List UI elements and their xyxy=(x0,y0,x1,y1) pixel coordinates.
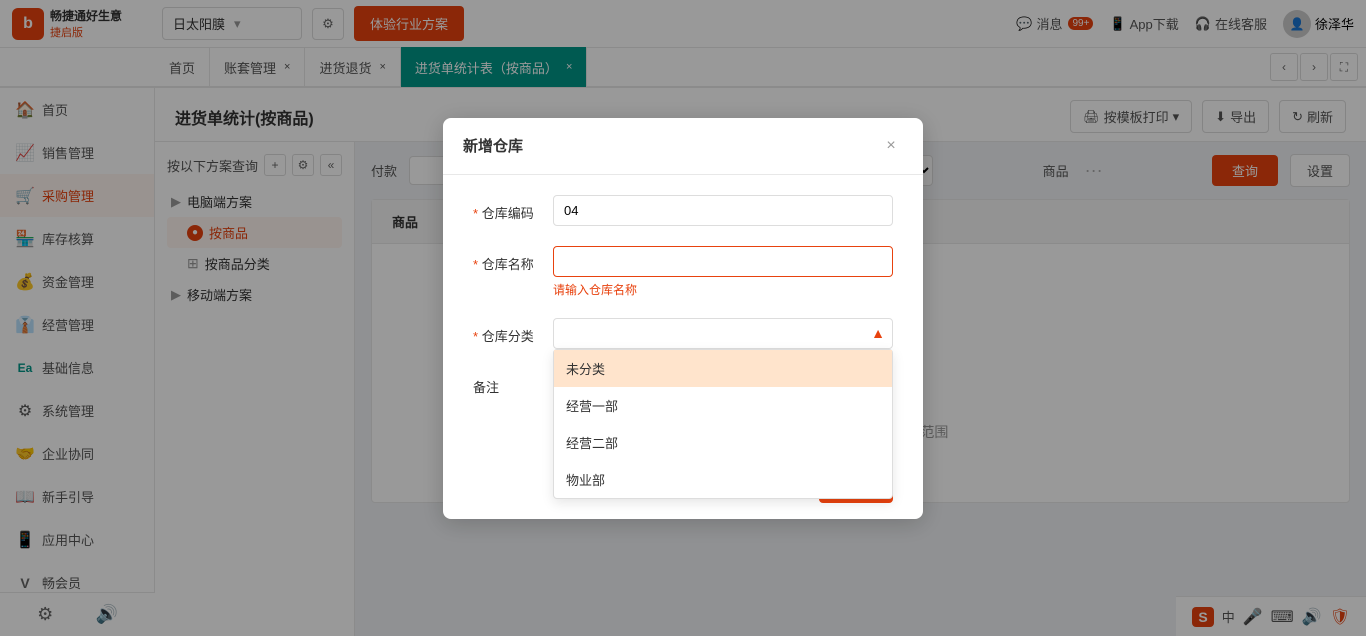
form-row-category: * 仓库分类 ▲ 未分类 经营一部 经营二部 物业部 xyxy=(473,318,893,349)
remark-label: 备注 xyxy=(473,369,553,396)
category-dropdown: 未分类 经营一部 经营二部 物业部 xyxy=(553,349,893,499)
category-select-input[interactable] xyxy=(553,318,893,349)
select-arrow-icon: ▲ xyxy=(871,325,885,341)
form-row-code: * 仓库编码 xyxy=(473,195,893,226)
modal-overlay[interactable]: 新增仓库 × * 仓库编码 * 仓库名称 xyxy=(0,0,1366,636)
name-label: * 仓库名称 xyxy=(473,246,553,273)
code-field xyxy=(553,195,893,226)
dropdown-item-2[interactable]: 经营二部 xyxy=(554,424,892,461)
form-row-name: * 仓库名称 请输入仓库名称 xyxy=(473,246,893,298)
add-warehouse-modal: 新增仓库 × * 仓库编码 * 仓库名称 xyxy=(443,118,923,519)
dropdown-item-1[interactable]: 经营一部 xyxy=(554,387,892,424)
name-error-msg: 请输入仓库名称 xyxy=(553,281,893,298)
code-label: * 仓库编码 xyxy=(473,195,553,222)
name-field: 请输入仓库名称 xyxy=(553,246,893,298)
modal-body: * 仓库编码 * 仓库名称 请输入仓库名称 xyxy=(443,175,923,432)
modal-header: 新增仓库 × xyxy=(443,118,923,175)
warehouse-name-input[interactable] xyxy=(553,246,893,277)
modal-title: 新增仓库 xyxy=(463,135,523,156)
category-field: ▲ 未分类 经营一部 经营二部 物业部 xyxy=(553,318,893,349)
dropdown-item-3[interactable]: 物业部 xyxy=(554,461,892,498)
dropdown-item-0[interactable]: 未分类 xyxy=(554,350,892,387)
modal-close-button[interactable]: × xyxy=(879,134,903,158)
warehouse-code-input[interactable] xyxy=(553,195,893,226)
category-label: * 仓库分类 xyxy=(473,318,553,345)
